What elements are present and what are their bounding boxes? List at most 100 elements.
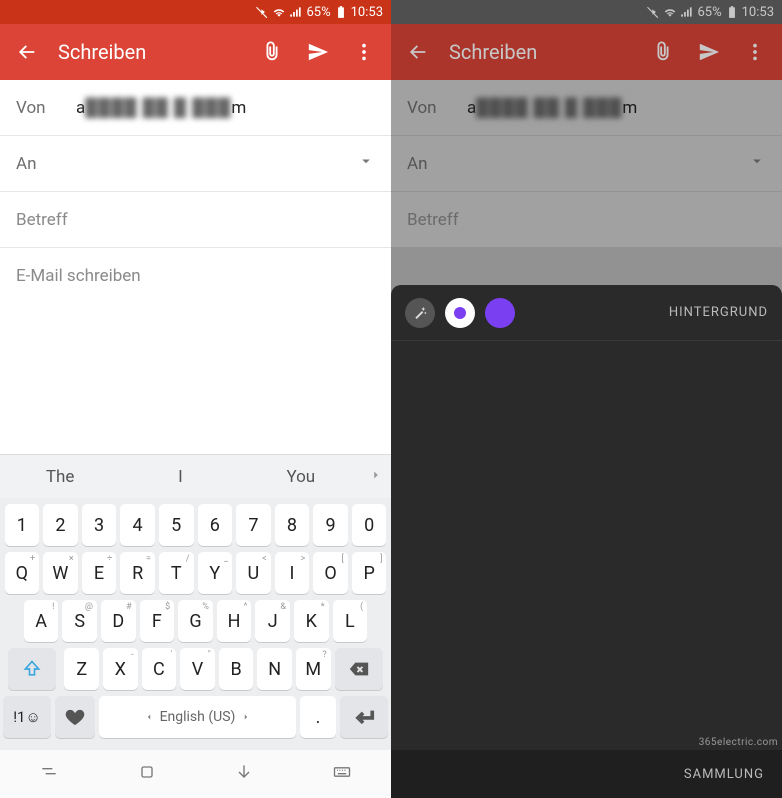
back-button[interactable] bbox=[403, 37, 433, 67]
key-g[interactable]: G% bbox=[178, 600, 213, 642]
key-z[interactable]: Z bbox=[64, 648, 99, 690]
key-row-asdf: A!S@D#F$G%H^J&K*L( bbox=[3, 600, 388, 642]
from-value: a████ ██ █ ███m bbox=[467, 98, 766, 118]
suggestion-1[interactable]: The bbox=[0, 467, 120, 487]
key-f[interactable]: F$ bbox=[140, 600, 175, 642]
clock: 10:53 bbox=[742, 5, 774, 20]
subject-placeholder: Betreff bbox=[407, 210, 459, 230]
send-button[interactable] bbox=[694, 37, 724, 67]
space-key[interactable]: English (US) bbox=[99, 696, 296, 738]
gif-key[interactable] bbox=[55, 696, 95, 738]
backspace-key[interactable] bbox=[335, 648, 383, 690]
key-8[interactable]: 8 bbox=[275, 504, 310, 546]
key-c[interactable]: C' bbox=[142, 648, 177, 690]
app-bar: Schreiben bbox=[0, 24, 391, 80]
expand-recipients[interactable] bbox=[748, 152, 766, 175]
key-row-zxcv: ZX-C'V"BNM? bbox=[3, 648, 388, 690]
shift-icon bbox=[22, 659, 42, 679]
background-tab[interactable]: HINTERGRUND bbox=[669, 305, 768, 320]
subject-placeholder: Betreff bbox=[16, 210, 68, 230]
key-k[interactable]: K* bbox=[294, 600, 329, 642]
key-e[interactable]: E÷ bbox=[82, 552, 117, 594]
key-row-numbers: 1234567890 bbox=[3, 504, 388, 546]
subject-row[interactable]: Betreff bbox=[391, 192, 782, 248]
shift-key[interactable] bbox=[8, 648, 56, 690]
key-u[interactable]: U< bbox=[236, 552, 271, 594]
key-4[interactable]: 4 bbox=[120, 504, 155, 546]
key-3[interactable]: 3 bbox=[82, 504, 117, 546]
wand-icon bbox=[412, 305, 428, 321]
back-button[interactable] bbox=[12, 37, 42, 67]
home-button[interactable] bbox=[137, 762, 157, 786]
key-d[interactable]: D# bbox=[101, 600, 136, 642]
watermark: 365electric.com bbox=[699, 737, 778, 748]
effects-button[interactable] bbox=[405, 298, 435, 328]
key-y[interactable]: Y_ bbox=[198, 552, 233, 594]
send-icon bbox=[307, 41, 329, 63]
key-w[interactable]: W× bbox=[43, 552, 78, 594]
to-row[interactable]: An bbox=[0, 136, 391, 192]
key-s[interactable]: S@ bbox=[62, 600, 97, 642]
key-b[interactable]: B bbox=[219, 648, 254, 690]
from-row[interactable]: Von a████ ██ █ ███m bbox=[0, 80, 391, 136]
page-title: Schreiben bbox=[449, 40, 632, 64]
symbols-key[interactable]: !1☺ bbox=[3, 696, 51, 738]
keyboard-nav-button[interactable] bbox=[332, 762, 352, 786]
suggestion-2[interactable]: I bbox=[120, 467, 240, 487]
suggestion-next[interactable] bbox=[361, 467, 391, 486]
key-q[interactable]: Q+ bbox=[5, 552, 40, 594]
key-p[interactable]: P] bbox=[352, 552, 387, 594]
color-swatch-selected[interactable] bbox=[445, 298, 475, 328]
back-nav-button[interactable] bbox=[234, 762, 254, 786]
period-key[interactable]: . bbox=[300, 696, 336, 738]
key-9[interactable]: 9 bbox=[313, 504, 348, 546]
to-row[interactable]: An bbox=[391, 136, 782, 192]
key-t[interactable]: T/ bbox=[159, 552, 194, 594]
battery-icon bbox=[725, 5, 739, 19]
key-7[interactable]: 7 bbox=[236, 504, 271, 546]
key-2[interactable]: 2 bbox=[43, 504, 78, 546]
subject-row[interactable]: Betreff bbox=[0, 192, 391, 248]
body-row[interactable]: E-Mail schreiben bbox=[0, 248, 391, 304]
to-label: An bbox=[407, 154, 467, 174]
key-r[interactable]: R= bbox=[120, 552, 155, 594]
key-o[interactable]: O[ bbox=[313, 552, 348, 594]
key-j[interactable]: J& bbox=[255, 600, 290, 642]
chevron-down-icon bbox=[748, 152, 766, 170]
key-m[interactable]: M? bbox=[296, 648, 331, 690]
key-a[interactable]: A! bbox=[24, 600, 59, 642]
key-i[interactable]: I> bbox=[275, 552, 310, 594]
key-5[interactable]: 5 bbox=[159, 504, 194, 546]
key-h[interactable]: H^ bbox=[217, 600, 252, 642]
key-l[interactable]: L( bbox=[333, 600, 368, 642]
body-placeholder: E-Mail schreiben bbox=[16, 266, 141, 286]
suggestion-3[interactable]: You bbox=[241, 467, 361, 487]
key-n[interactable]: N bbox=[257, 648, 292, 690]
more-button[interactable] bbox=[740, 37, 770, 67]
suggestion-bar: The I You bbox=[0, 454, 391, 498]
recents-button[interactable] bbox=[39, 762, 59, 786]
arrow-left-icon bbox=[407, 41, 429, 63]
from-row[interactable]: Von a████ ██ █ ███m bbox=[391, 80, 782, 136]
home-icon bbox=[137, 762, 157, 782]
key-1[interactable]: 1 bbox=[5, 504, 40, 546]
send-icon bbox=[698, 41, 720, 63]
key-6[interactable]: 6 bbox=[198, 504, 233, 546]
key-0[interactable]: 0 bbox=[352, 504, 387, 546]
chevron-left-icon bbox=[144, 712, 154, 722]
status-bar: 65% 10:53 bbox=[391, 0, 782, 24]
send-button[interactable] bbox=[303, 37, 333, 67]
paperclip-icon bbox=[652, 41, 674, 63]
keyboard: 1234567890 Q+W×E÷R=T/Y_U<I>O[P] A!S@D#F$… bbox=[0, 498, 391, 750]
attach-button[interactable] bbox=[257, 37, 287, 67]
collection-tab[interactable]: SAMMLUNG bbox=[684, 767, 764, 782]
arrow-left-icon bbox=[16, 41, 38, 63]
chevron-down-icon bbox=[357, 152, 375, 170]
color-swatch-purple[interactable] bbox=[485, 298, 515, 328]
enter-key[interactable] bbox=[340, 696, 388, 738]
key-v[interactable]: V" bbox=[180, 648, 215, 690]
expand-recipients[interactable] bbox=[357, 152, 375, 175]
key-x[interactable]: X- bbox=[103, 648, 138, 690]
attach-button[interactable] bbox=[648, 37, 678, 67]
more-button[interactable] bbox=[349, 37, 379, 67]
